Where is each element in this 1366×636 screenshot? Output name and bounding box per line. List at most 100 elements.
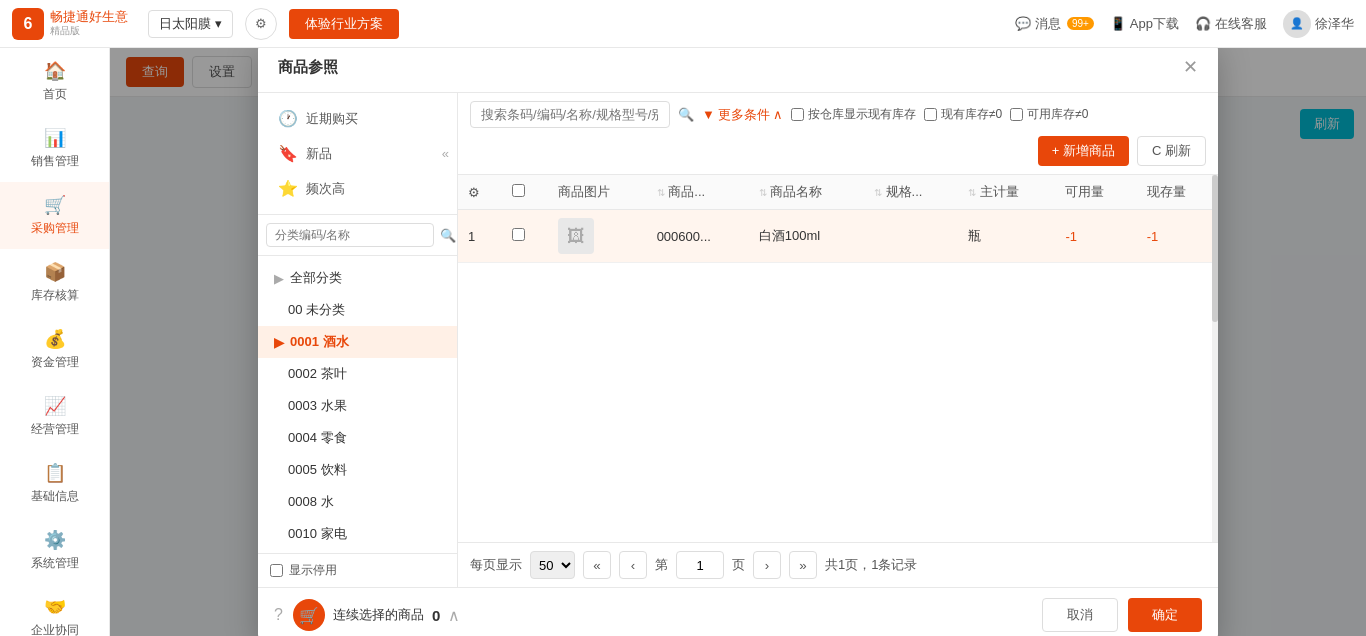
category-0002[interactable]: 0002 茶叶 — [258, 358, 457, 390]
sidebar-item-home[interactable]: 🏠 首页 — [0, 48, 109, 115]
first-page-button[interactable]: « — [583, 551, 611, 579]
message-badge: 99+ — [1067, 17, 1094, 30]
display-stopped-checkbox[interactable] — [270, 564, 283, 577]
sidebar-item-purchase[interactable]: 🛒 采购管理 — [0, 182, 109, 249]
cart-icon[interactable]: 🛒 — [293, 599, 325, 631]
modal-close-button[interactable]: ✕ — [1183, 56, 1198, 78]
online-service-button[interactable]: 🎧 在线客服 — [1195, 15, 1267, 33]
system-icon: ⚙️ — [44, 529, 66, 551]
sidebar-item-collab[interactable]: 🤝 企业协同 — [0, 584, 109, 636]
quick-high-frequency[interactable]: ⭐ 频次高 — [266, 171, 442, 206]
footer-buttons: 取消 确定 — [1042, 598, 1202, 632]
category-search-icon[interactable]: 🔍 — [440, 228, 456, 243]
col-stock-header: 现存量 — [1137, 175, 1218, 210]
category-search-row: 🔍 — [258, 215, 457, 256]
chevron-down-icon: ▾ — [215, 16, 222, 31]
col-code-header[interactable]: ⇅ 商品... — [647, 175, 749, 210]
prev-page-button[interactable]: ‹ — [619, 551, 647, 579]
sort-spec-icon: ⇅ — [874, 187, 882, 198]
sidebar-item-system[interactable]: ⚙️ 系统管理 — [0, 517, 109, 584]
logo-icon: 6 — [12, 8, 44, 40]
settings-gear-icon[interactable]: ⚙ — [468, 185, 480, 200]
home-icon: 🏠 — [44, 60, 66, 82]
collapse-button[interactable]: « — [442, 146, 449, 161]
nav-dropdown[interactable]: 日太阳膜 ▾ — [148, 10, 233, 38]
help-icon[interactable]: ? — [274, 606, 283, 624]
filter-icon: ▼ — [702, 107, 715, 122]
quick-recent-purchase[interactable]: 🕐 近期购买 — [266, 101, 442, 136]
more-conditions-button[interactable]: ▼ 更多条件 ∧ — [702, 106, 783, 124]
settings-icon[interactable]: ⚙ — [245, 8, 277, 40]
modal-header: 商品参照 ✕ — [258, 48, 1218, 93]
inventory-icon: 📦 — [44, 261, 66, 283]
last-page-button[interactable]: » — [789, 551, 817, 579]
sort-unit-icon: ⇅ — [968, 187, 976, 198]
collab-icon: 🤝 — [44, 596, 66, 618]
col-unit-header[interactable]: ⇅ 主计量 — [958, 175, 1055, 210]
star-icon: ⭐ — [278, 179, 298, 198]
scrollbar-track[interactable] — [1212, 175, 1218, 542]
per-page-select[interactable]: 50 — [530, 551, 575, 579]
page-number-input[interactable] — [676, 551, 724, 579]
table-row[interactable]: 1 🖼 000600... 白酒100ml 瓶 -1 -1 — [458, 210, 1218, 263]
logo-badge: 精品版 — [50, 24, 128, 38]
category-00[interactable]: 00 未分类 — [258, 294, 457, 326]
checkbox-warehouse-stock[interactable]: 按仓库显示现有库存 — [791, 106, 916, 123]
content-area: 查询 设置 刷新 商品参照 ✕ — [110, 48, 1366, 636]
arrow-right-icon: ▶ — [274, 271, 284, 286]
category-0001[interactable]: ▶ 0001 酒水 — [258, 326, 457, 358]
left-panel: 🕐 近期购买 🔖 新品 ⭐ 频次高 — [258, 93, 458, 587]
top-nav: 6 畅捷通好生意 精品版 日太阳膜 ▾ ⚙ 体验行业方案 💬 消息 99+ 📱 … — [0, 0, 1366, 48]
messages-button[interactable]: 💬 消息 99+ — [1015, 15, 1094, 33]
sidebar-item-inventory[interactable]: 📦 库存核算 — [0, 249, 109, 316]
checkbox-current-stock[interactable]: 现有库存≠0 — [924, 106, 1002, 123]
trial-button[interactable]: 体验行业方案 — [289, 9, 399, 39]
cell-spec — [864, 210, 958, 263]
product-reference-modal: 商品参照 ✕ 🕐 近期购买 — [258, 48, 1218, 636]
col-name-header[interactable]: ⇅ 商品名称 — [749, 175, 864, 210]
purchase-icon: 🛒 — [44, 194, 66, 216]
basic-info-icon: 📋 — [44, 462, 66, 484]
next-page-button[interactable]: › — [753, 551, 781, 579]
headphone-icon: 🎧 — [1195, 16, 1211, 31]
category-0004[interactable]: 0004 零食 — [258, 422, 457, 454]
category-0010[interactable]: 0010 家电 — [258, 518, 457, 550]
app-download-button[interactable]: 📱 App下载 — [1110, 15, 1179, 33]
category-0005[interactable]: 0005 饮料 — [258, 454, 457, 486]
category-0008[interactable]: 0008 水 — [258, 486, 457, 518]
category-search-input[interactable] — [266, 223, 434, 247]
col-checkbox-header — [502, 175, 547, 210]
product-table: ⚙ 商品图片 — [458, 175, 1218, 263]
logo-text: 畅捷通好生意 — [50, 9, 128, 25]
quick-new-products[interactable]: 🔖 新品 — [266, 136, 442, 171]
category-0003[interactable]: 0003 水果 — [258, 390, 457, 422]
col-spec-header[interactable]: ⇅ 规格... — [864, 175, 958, 210]
right-panel: 🔍 ▼ 更多条件 ∧ 按仓库显示现有库存 — [458, 93, 1218, 587]
modal-footer: ? 🛒 连续选择的商品 0 ∧ 取消 确定 — [258, 587, 1218, 636]
modal-title: 商品参照 — [278, 58, 338, 77]
search-magnifier-icon[interactable]: 🔍 — [678, 107, 694, 122]
nav-right: 💬 消息 99+ 📱 App下载 🎧 在线客服 👤 徐泽华 — [1015, 10, 1354, 38]
modal-body: 🕐 近期购买 🔖 新品 ⭐ 频次高 — [258, 93, 1218, 587]
confirm-button[interactable]: 确定 — [1128, 598, 1202, 632]
checkbox-available-stock[interactable]: 可用库存≠0 — [1010, 106, 1088, 123]
add-product-button[interactable]: + 新增商品 — [1038, 136, 1129, 166]
sidebar-item-finance[interactable]: 💰 资金管理 — [0, 316, 109, 383]
sidebar-item-sales[interactable]: 📊 销售管理 — [0, 115, 109, 182]
cancel-button[interactable]: 取消 — [1042, 598, 1118, 632]
cell-code: 000600... — [647, 210, 749, 263]
user-profile[interactable]: 👤 徐泽华 — [1283, 10, 1354, 38]
select-all-checkbox[interactable] — [512, 184, 525, 197]
sidebar-item-basic-info[interactable]: 📋 基础信息 — [0, 450, 109, 517]
fold-button[interactable]: ∧ — [448, 606, 460, 625]
display-stopped-row: 显示停用 — [258, 553, 457, 587]
cell-checkbox[interactable] — [502, 210, 547, 263]
category-all[interactable]: ▶ 全部分类 — [258, 262, 457, 294]
product-search-input[interactable] — [470, 101, 670, 128]
filter-bar: 🔍 ▼ 更多条件 ∧ 按仓库显示现有库存 — [458, 93, 1218, 175]
refresh-button[interactable]: C 刷新 — [1137, 136, 1206, 166]
logo-area: 6 畅捷通好生意 精品版 — [12, 8, 128, 40]
sidebar-item-operations[interactable]: 📈 经营管理 — [0, 383, 109, 450]
scrollbar-thumb[interactable] — [1212, 175, 1218, 322]
message-icon: 💬 — [1015, 16, 1031, 31]
